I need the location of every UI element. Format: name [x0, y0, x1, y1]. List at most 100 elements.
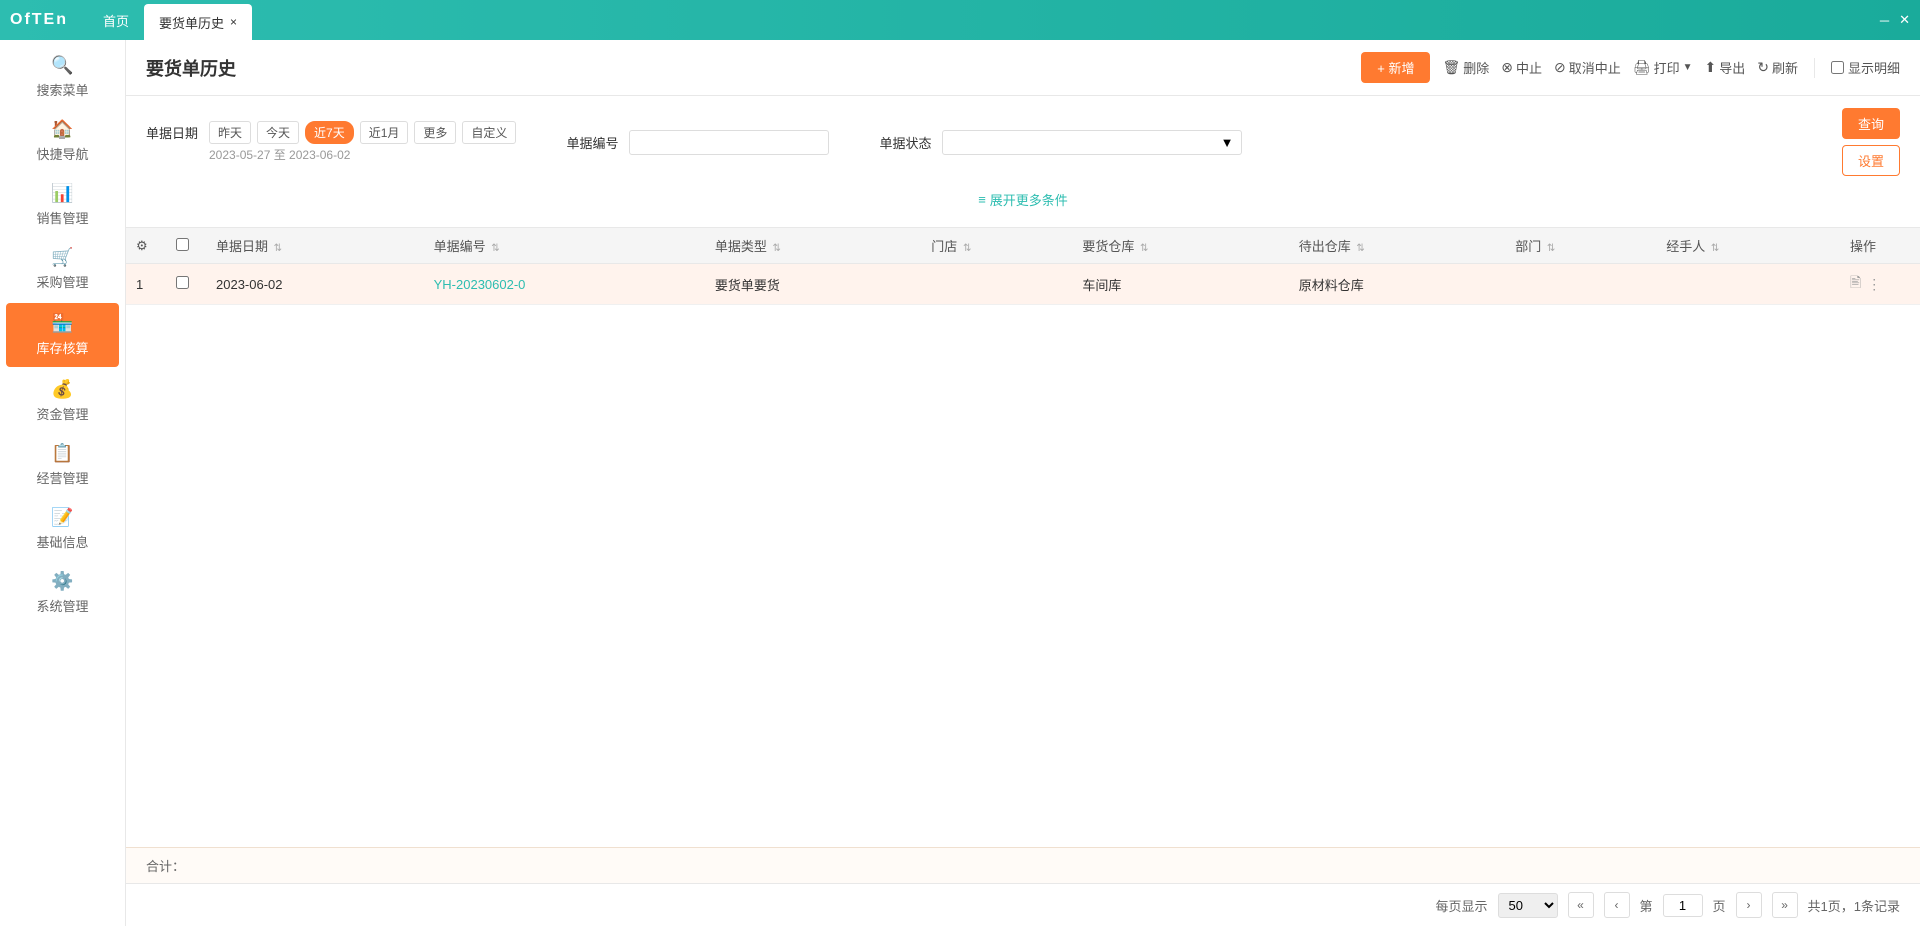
- th-bill-date: 单据日期 ⇅: [206, 228, 424, 264]
- expand-more-btn[interactable]: ≡ 展开更多条件: [146, 184, 1900, 215]
- bill-no-link[interactable]: YH-20230602-0: [434, 277, 526, 292]
- system-icon: ⚙️: [51, 571, 73, 592]
- status-dropdown-icon: ▼: [1221, 135, 1234, 150]
- date-buttons: 昨天 今天 近7天 近1月 更多 自定义: [209, 121, 516, 144]
- sidebar-item-quick-nav[interactable]: 🏠 快捷导航: [0, 109, 125, 173]
- brand-logo: OfTEn: [10, 11, 68, 29]
- refresh-icon: ↻: [1757, 59, 1769, 76]
- data-table: ⚙ 单据日期 ⇅ 单据编号 ⇅: [126, 228, 1920, 305]
- stop-button[interactable]: ⊗ 中止: [1501, 58, 1542, 77]
- sort-bill-type-icon[interactable]: ⇅: [773, 243, 781, 254]
- sidebar-item-basic-info[interactable]: 📝 基础信息: [0, 497, 125, 561]
- cell-handler: [1656, 264, 1840, 305]
- date-btn-7days[interactable]: 近7天: [305, 121, 354, 144]
- th-store: 门店 ⇅: [921, 228, 1072, 264]
- prev-page-btn[interactable]: ‹: [1604, 892, 1630, 918]
- settings-icon[interactable]: ⚙: [136, 238, 148, 253]
- status-select[interactable]: ▼: [942, 130, 1242, 155]
- per-page-label: 每页显示: [1435, 896, 1487, 915]
- quick-nav-icon: 🏠: [51, 119, 73, 140]
- th-req-warehouse: 要货仓库 ⇅: [1072, 228, 1288, 264]
- th-settings: ⚙: [126, 228, 166, 264]
- sort-req-warehouse-icon[interactable]: ⇅: [1140, 243, 1148, 254]
- date-btn-1month[interactable]: 近1月: [360, 121, 409, 144]
- cell-index: 1: [126, 264, 166, 305]
- show-detail-input[interactable]: [1831, 61, 1844, 74]
- print-button[interactable]: 🖨 打印 ▼: [1633, 58, 1693, 77]
- cancel-stop-icon: ⊘: [1554, 59, 1566, 76]
- table-footer: 合计：: [126, 847, 1920, 883]
- query-button[interactable]: 查询: [1842, 108, 1900, 139]
- sidebar-item-finance[interactable]: 💰 资金管理: [0, 369, 125, 433]
- sort-pending-warehouse-icon[interactable]: ⇅: [1356, 243, 1364, 254]
- th-checkbox: [166, 228, 206, 264]
- operation-icon: 📋: [51, 443, 73, 464]
- th-department: 部门 ⇅: [1505, 228, 1656, 264]
- sidebar-item-inventory[interactable]: 🏪 库存核算: [6, 303, 119, 367]
- sort-bill-no-icon[interactable]: ⇅: [491, 243, 499, 254]
- date-filter-label: 单据日期: [146, 123, 201, 142]
- sidebar-item-purchase[interactable]: 🛒 采购管理: [0, 237, 125, 301]
- bill-no-input[interactable]: [629, 130, 829, 155]
- refresh-button[interactable]: ↻ 刷新: [1757, 58, 1798, 77]
- tab-bill-history[interactable]: 要货单历史 ×: [144, 4, 252, 40]
- delete-button[interactable]: 🗑 删除: [1442, 58, 1489, 77]
- minimize-icon[interactable]: ─: [1880, 13, 1889, 28]
- per-page-select[interactable]: 20 50 100: [1498, 893, 1558, 918]
- next-page-btn[interactable]: ›: [1736, 892, 1762, 918]
- page-title: 要货单历史: [146, 55, 236, 81]
- cell-bill-type: 要货单要货: [705, 264, 921, 305]
- view-action-icon[interactable]: 🖹: [1850, 272, 1861, 296]
- window-controls: ─ ✕: [1880, 12, 1910, 28]
- select-all-checkbox[interactable]: [176, 238, 189, 251]
- purchase-icon: 🛒: [51, 247, 73, 268]
- sort-department-icon[interactable]: ⇅: [1547, 243, 1555, 254]
- date-btn-yesterday[interactable]: 昨天: [209, 121, 251, 144]
- cell-checkbox: [166, 264, 206, 305]
- sales-icon: 📊: [51, 183, 73, 204]
- delete-icon: 🗑: [1442, 59, 1460, 76]
- close-tab-icon[interactable]: ×: [230, 15, 237, 29]
- basic-info-icon: 📝: [51, 507, 73, 528]
- first-page-btn[interactable]: «: [1568, 892, 1594, 918]
- cell-bill-date: 2023-06-02: [206, 264, 424, 305]
- row-checkbox[interactable]: [176, 276, 189, 289]
- pagination-bar: 每页显示 20 50 100 « ‹ 第 页 › » 共1页，1条记录: [126, 883, 1920, 926]
- table-area: ⚙ 单据日期 ⇅ 单据编号 ⇅: [126, 228, 1920, 847]
- bill-no-label: 单据编号: [566, 133, 621, 152]
- sidebar: 🔍 搜索菜单 🏠 快捷导航 📊 销售管理 🛒 采购管理 🏪 库存核算 💰 资金管…: [0, 40, 126, 926]
- sort-handler-icon[interactable]: ⇅: [1711, 243, 1719, 254]
- settings-button[interactable]: 设置: [1842, 145, 1900, 176]
- table-row: 1 2023-06-02 YH-20230602-0 要货单要货 车间库 原材料…: [126, 264, 1920, 305]
- date-btn-custom[interactable]: 自定义: [462, 121, 516, 144]
- sort-store-icon[interactable]: ⇅: [963, 243, 971, 254]
- sidebar-item-operation[interactable]: 📋 经营管理: [0, 433, 125, 497]
- action-buttons: 查询 设置: [1842, 108, 1900, 176]
- sort-bill-date-icon[interactable]: ⇅: [274, 243, 282, 254]
- new-button[interactable]: + 新增: [1361, 52, 1430, 83]
- more-action-icon[interactable]: ⋮: [1867, 276, 1881, 293]
- date-btn-today[interactable]: 今天: [257, 121, 299, 144]
- th-actions: 操作: [1840, 228, 1920, 264]
- status-label: 单据状态: [879, 133, 934, 152]
- export-button[interactable]: ⬆ 导出: [1704, 58, 1745, 77]
- show-detail-checkbox[interactable]: 显示明细: [1831, 58, 1900, 77]
- filter-area: 单据日期 昨天 今天 近7天 近1月 更多 自定义 2023-05-27 至 2…: [126, 96, 1920, 228]
- sidebar-item-search[interactable]: 🔍 搜索菜单: [0, 45, 125, 109]
- date-btn-more[interactable]: 更多: [414, 121, 456, 144]
- print-dropdown-icon: ▼: [1683, 62, 1693, 73]
- cancel-stop-button[interactable]: ⊘ 取消中止: [1554, 58, 1621, 77]
- filter-row-1: 单据日期 昨天 今天 近7天 近1月 更多 自定义 2023-05-27 至 2…: [146, 108, 1900, 176]
- page-suffix: 页: [1713, 896, 1726, 915]
- cell-req-warehouse: 车间库: [1072, 264, 1288, 305]
- tab-home[interactable]: 首页: [88, 0, 144, 40]
- table-body: 1 2023-06-02 YH-20230602-0 要货单要货 车间库 原材料…: [126, 264, 1920, 305]
- sidebar-item-system[interactable]: ⚙️ 系统管理: [0, 561, 125, 625]
- page-input[interactable]: [1663, 894, 1703, 917]
- inventory-icon: 🏪: [51, 313, 73, 334]
- close-icon[interactable]: ✕: [1899, 12, 1910, 28]
- sidebar-item-sales[interactable]: 📊 销售管理: [0, 173, 125, 237]
- last-page-btn[interactable]: »: [1772, 892, 1798, 918]
- stop-icon: ⊗: [1501, 59, 1513, 76]
- top-bar: OfTEn 首页 要货单历史 × ─ ✕: [0, 0, 1920, 40]
